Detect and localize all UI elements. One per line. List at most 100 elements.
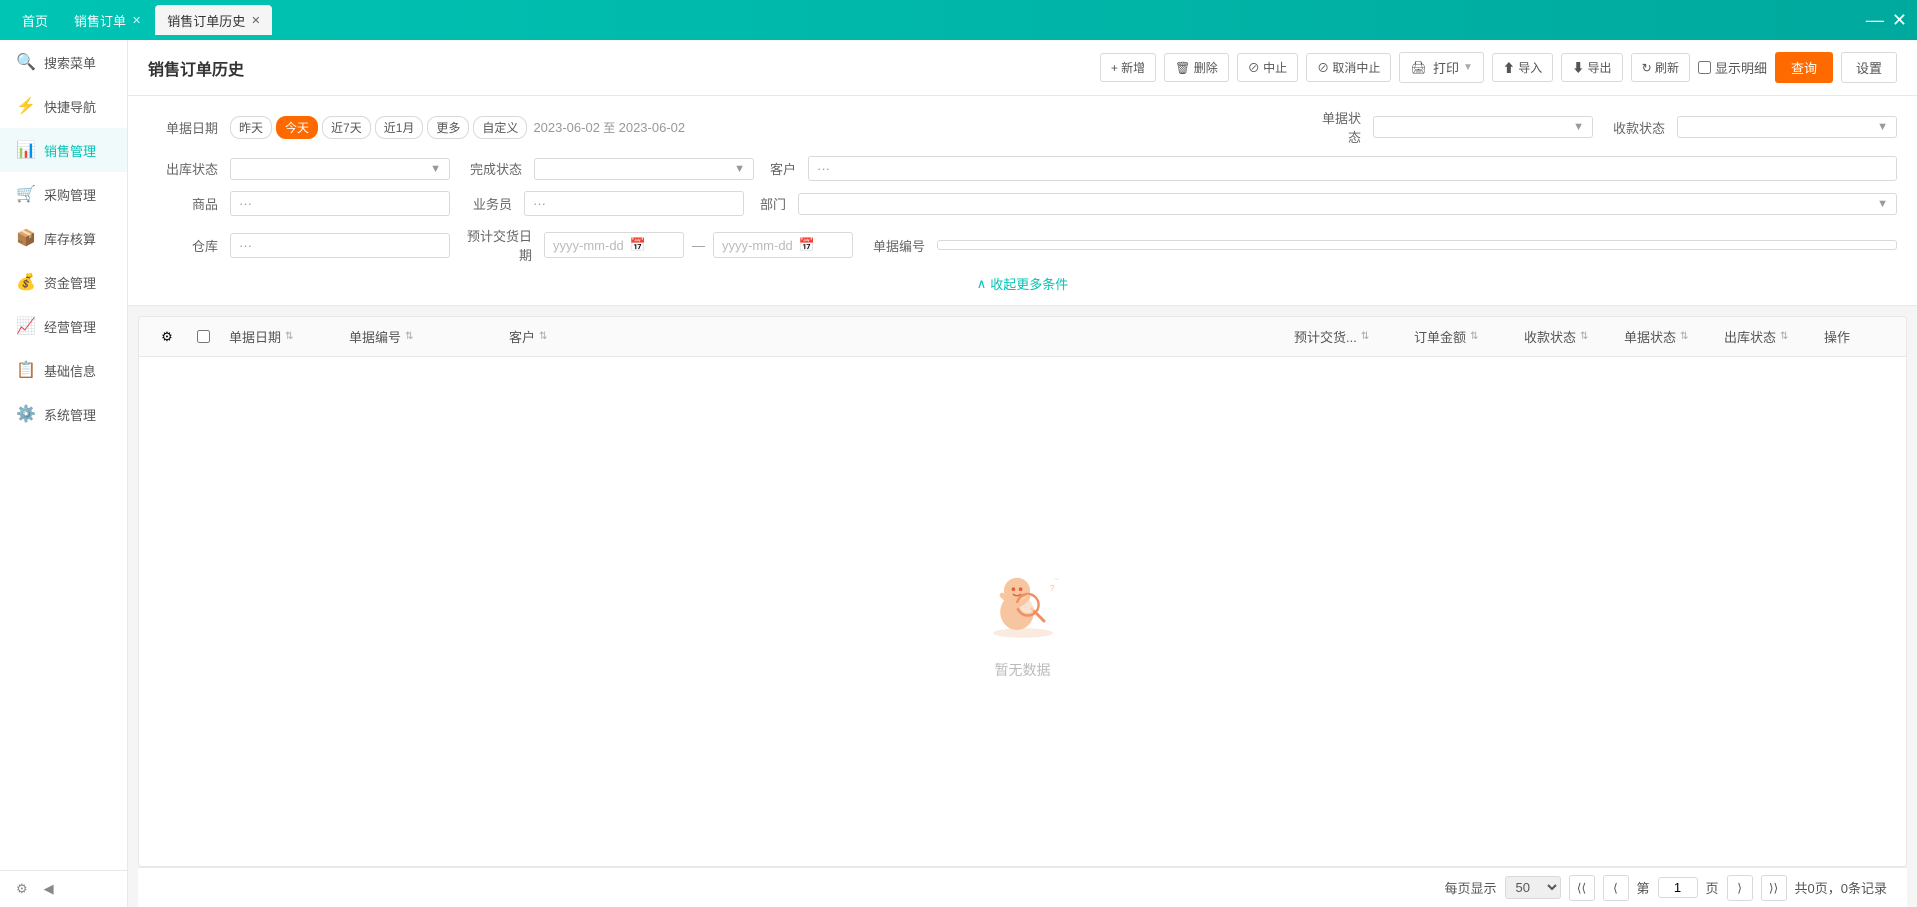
th-date-label: 单据日期 <box>229 327 281 346</box>
page-label: 页 <box>1706 878 1719 897</box>
page-size-select[interactable]: 20 50 100 <box>1505 876 1561 899</box>
th-amount[interactable]: 订单金额 ⇅ <box>1406 327 1516 346</box>
th-settings[interactable]: ⚙ <box>149 329 185 345</box>
th-action-label: 操作 <box>1824 327 1850 346</box>
total-text: 共0页，0条记录 <box>1795 878 1887 897</box>
th-doc-status[interactable]: 单据状态 ⇅ <box>1616 327 1716 346</box>
date-sep: — <box>692 238 705 253</box>
sidebar-item-quick-nav[interactable]: ⚡ 快捷导航 <box>0 84 127 128</box>
print-btn[interactable]: 🖨 打印 ▼ <box>1399 52 1483 83</box>
export-btn[interactable]: ⬇ 导出 <box>1561 53 1622 82</box>
sidebar-collapse-icon[interactable]: ◀ <box>44 881 54 897</box>
sidebar-item-sales-mgmt[interactable]: 📊 销售管理 <box>0 128 127 172</box>
prev-page-btn[interactable]: ⟨ <box>1603 875 1629 901</box>
svg-text:?: ? <box>1050 584 1055 593</box>
date-btn-today[interactable]: 今天 <box>276 116 318 139</box>
th-delivery-label: 预计交货... <box>1294 327 1357 346</box>
last-page-btn[interactable]: ⟩⟩ <box>1761 875 1787 901</box>
salesman-input[interactable]: ··· <box>524 191 744 216</box>
sidebar-item-search-menu[interactable]: 🔍 搜索菜单 <box>0 40 127 84</box>
th-date[interactable]: 单据日期 ⇅ <box>221 327 341 346</box>
salesman-dots: ··· <box>533 196 546 211</box>
query-btn[interactable]: 查询 <box>1775 52 1833 83</box>
show-details-label: 显示明细 <box>1715 58 1767 77</box>
top-bar-right: — ✕ <box>1866 10 1907 31</box>
show-details-checkbox-label[interactable]: 显示明细 <box>1698 58 1767 77</box>
date-btn-custom[interactable]: 自定义 <box>473 116 527 139</box>
dept-select[interactable]: ▼ <box>798 193 1897 215</box>
out-status-select[interactable]: ▼ <box>230 158 450 180</box>
date-btn-more[interactable]: 更多 <box>427 116 469 139</box>
print-arrow: ▼ <box>1463 62 1473 73</box>
delivery-date-range: yyyy-mm-dd 📅 — yyyy-mm-dd 📅 <box>544 232 853 258</box>
inventory-icon: 📦 <box>16 228 36 248</box>
top-bar: 首页 销售订单 ✕ 销售订单历史 ✕ — ✕ <box>0 0 1917 40</box>
out-status-label: 出库状态 <box>148 159 218 178</box>
sidebar-item-operations[interactable]: 📈 经营管理 <box>0 304 127 348</box>
date-btn-yesterday[interactable]: 昨天 <box>230 116 272 139</box>
collapse-btn[interactable]: ∧ 收起更多条件 <box>148 274 1897 293</box>
th-delivery[interactable]: 预计交货... ⇅ <box>1286 327 1406 346</box>
th-doc-status-label: 单据状态 <box>1624 327 1676 346</box>
cancel-stop-btn[interactable]: ⊘ 取消中止 <box>1306 53 1391 82</box>
page-size-label: 每页显示 <box>1444 878 1496 897</box>
page-input[interactable] <box>1658 877 1698 898</box>
import-btn[interactable]: ⬆ 导入 <box>1492 53 1553 82</box>
tab-sales-order-close[interactable]: ✕ <box>132 14 141 27</box>
sidebar-item-basic-info[interactable]: 📋 基础信息 <box>0 348 127 392</box>
basic-info-icon: 📋 <box>16 360 36 380</box>
goods-dots: ··· <box>239 196 252 211</box>
filter-row-4: 仓库 ··· 预计交货日期 yyyy-mm-dd 📅 — yyyy-mm-dd … <box>148 226 1897 264</box>
sidebar-item-purchase-mgmt[interactable]: 🛒 采购管理 <box>0 172 127 216</box>
tab-home[interactable]: 首页 <box>10 5 60 35</box>
customer-input[interactable]: ··· <box>808 156 1897 181</box>
sys-mgmt-icon: ⚙️ <box>16 404 36 424</box>
delivery-date-from[interactable]: yyyy-mm-dd 📅 <box>544 232 684 258</box>
operations-icon: 📈 <box>16 316 36 336</box>
first-page-btn[interactable]: ⟨⟨ <box>1569 875 1595 901</box>
warehouse-input[interactable]: ··· <box>230 233 450 258</box>
doc-no-input[interactable] <box>937 240 1897 250</box>
sidebar-item-sys-mgmt[interactable]: ⚙️ 系统管理 <box>0 392 127 436</box>
new-btn[interactable]: + 新增 <box>1100 53 1156 82</box>
close-window-icon[interactable]: ✕ <box>1892 10 1907 31</box>
th-customer[interactable]: 客户 ⇅ <box>501 327 1286 346</box>
th-out-status[interactable]: 出库状态 ⇅ <box>1716 327 1816 346</box>
date-btn-7days[interactable]: 近7天 <box>322 116 371 139</box>
complete-status-select[interactable]: ▼ <box>534 158 754 180</box>
page-title-row: 销售订单历史 + 新增 🗑 删除 ⊘ 中止 ⊘ 取消中止 🖨 打印 ▼ ⬆ 导入… <box>148 52 1897 83</box>
th-checkbox[interactable] <box>185 330 221 343</box>
empty-text: 暂无数据 <box>995 660 1051 680</box>
date-btn-1month[interactable]: 近1月 <box>375 116 424 139</box>
tab-sales-order[interactable]: 销售订单 ✕ <box>62 5 153 35</box>
page-title: 销售订单历史 <box>148 56 244 80</box>
pagination: 每页显示 20 50 100 ⟨⟨ ⟨ 第 页 ⟩ ⟩⟩ 共0页，0条记录 <box>138 867 1907 907</box>
filter-row-1: 单据日期 昨天 今天 近7天 近1月 更多 自定义 2023-06-02 至 2… <box>148 108 1897 146</box>
collapse-up-icon: ∧ <box>977 276 987 292</box>
th-no[interactable]: 单据编号 ⇅ <box>341 327 501 346</box>
tab-sales-order-history[interactable]: 销售订单历史 ✕ <box>155 5 272 35</box>
refresh-btn[interactable]: ↻ 刷新 <box>1631 53 1690 82</box>
setting-btn[interactable]: 设置 <box>1841 52 1897 83</box>
doc-status-select[interactable]: ▼ <box>1373 116 1593 138</box>
tab-sales-order-label: 销售订单 <box>74 11 126 30</box>
minimize-icon[interactable]: — <box>1866 10 1884 31</box>
stop-btn[interactable]: ⊘ 中止 <box>1237 53 1298 82</box>
sidebar-item-inventory[interactable]: 📦 库存核算 <box>0 216 127 260</box>
sidebar-bottom: ⚙ ◀ <box>0 870 127 907</box>
sidebar-item-quick-nav-label: 快捷导航 <box>44 97 96 116</box>
pay-status-select[interactable]: ▼ <box>1677 116 1897 138</box>
goods-input[interactable]: ··· <box>230 191 450 216</box>
svg-text:~: ~ <box>1054 575 1059 584</box>
sidebar-settings-icon[interactable]: ⚙ <box>16 881 28 897</box>
select-all-checkbox[interactable] <box>197 330 210 343</box>
th-pay-status[interactable]: 收款状态 ⇅ <box>1516 327 1616 346</box>
warehouse-label: 仓库 <box>148 236 218 255</box>
delivery-date-to[interactable]: yyyy-mm-dd 📅 <box>713 232 853 258</box>
sidebar-item-basic-info-label: 基础信息 <box>44 361 96 380</box>
sidebar-item-finance[interactable]: 💰 资金管理 <box>0 260 127 304</box>
delete-btn[interactable]: 🗑 删除 <box>1164 53 1229 82</box>
show-details-checkbox[interactable] <box>1698 61 1711 74</box>
tab-sales-order-history-close[interactable]: ✕ <box>251 14 260 27</box>
next-page-btn[interactable]: ⟩ <box>1727 875 1753 901</box>
